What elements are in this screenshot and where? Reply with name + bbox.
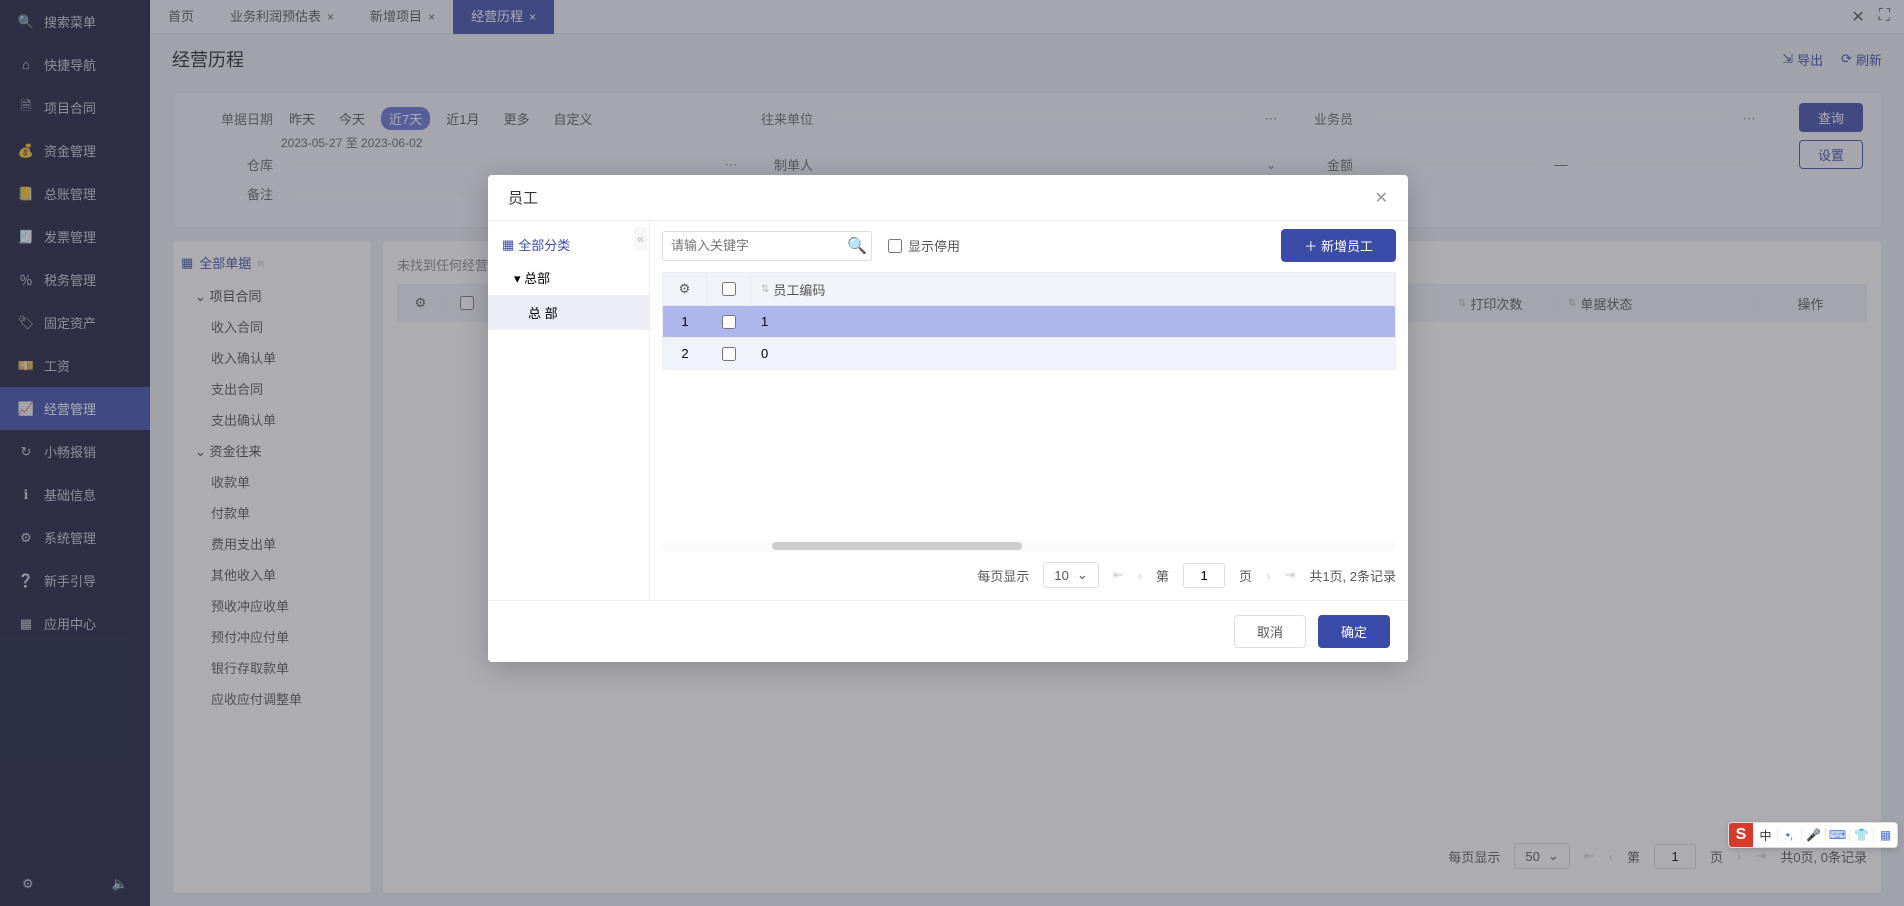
search-icon[interactable]: 🔍 xyxy=(847,236,867,256)
cancel-button[interactable]: 取消 xyxy=(1234,615,1306,648)
show-disabled-checkbox[interactable] xyxy=(888,239,902,253)
modal-category-head[interactable]: ▦ 全部分类 xyxy=(488,229,649,260)
modal-title: 员工 xyxy=(508,187,538,208)
tree-node-root[interactable]: ▾ 总部 xyxy=(488,260,649,295)
add-employee-button[interactable]: ＋ 新增员工 xyxy=(1281,229,1396,262)
search-input-wrap: 🔍 xyxy=(662,231,872,261)
table-row[interactable]: 1 1 xyxy=(662,306,1396,338)
gear-icon[interactable]: ⚙ xyxy=(679,281,691,297)
ime-toolbar[interactable]: S 中 •, 🎤 ⌨ 👕 ▦ xyxy=(1728,822,1898,848)
tree-node-child[interactable]: 总 部 xyxy=(488,295,649,330)
first-page-icon[interactable]: ⇤ xyxy=(1113,567,1124,583)
ime-grid-icon[interactable]: ▦ xyxy=(1873,828,1897,842)
show-disabled-toggle[interactable]: 显示停用 xyxy=(888,236,960,255)
page-input[interactable] xyxy=(1183,563,1225,588)
ime-keyboard-icon[interactable]: ⌨ xyxy=(1825,828,1849,842)
modal-table-header: ⚙ ⇅员工编码 xyxy=(662,272,1396,306)
next-page-icon[interactable]: › xyxy=(1266,568,1270,583)
modal-pager: 每页显示 10⌄ ⇤ ‹ 第 页 › ⇥ 共1页, 2条记录 xyxy=(662,562,1396,588)
close-icon[interactable]: ✕ xyxy=(1375,188,1388,208)
collapse-icon[interactable]: « xyxy=(634,227,647,250)
ime-mic-icon[interactable]: 🎤 xyxy=(1801,828,1825,842)
confirm-button[interactable]: 确定 xyxy=(1318,615,1390,648)
modal-category-panel: ▦ 全部分类 « ▾ 总部 总 部 xyxy=(488,221,650,600)
horizontal-scrollbar[interactable] xyxy=(662,540,1396,552)
row-checkbox[interactable] xyxy=(722,315,736,329)
chevron-down-icon: ⌄ xyxy=(1077,567,1088,583)
table-row[interactable]: 2 0 xyxy=(662,338,1396,370)
ime-logo-icon: S xyxy=(1729,823,1753,847)
ime-punct-icon[interactable]: •, xyxy=(1777,828,1801,842)
ime-language[interactable]: 中 xyxy=(1753,827,1777,844)
sort-icon[interactable]: ⇅ xyxy=(761,284,769,295)
per-page-select[interactable]: 10⌄ xyxy=(1043,562,1098,588)
ime-skin-icon[interactable]: 👕 xyxy=(1849,828,1873,842)
prev-page-icon[interactable]: ‹ xyxy=(1138,568,1142,583)
employee-modal: 员工 ✕ ▦ 全部分类 « ▾ 总部 总 部 🔍 显示停用 ＋ 新增员工 xyxy=(488,175,1408,662)
row-checkbox[interactable] xyxy=(722,347,736,361)
search-input[interactable] xyxy=(671,238,847,253)
select-all-checkbox[interactable] xyxy=(722,282,736,296)
last-page-icon[interactable]: ⇥ xyxy=(1284,567,1295,583)
